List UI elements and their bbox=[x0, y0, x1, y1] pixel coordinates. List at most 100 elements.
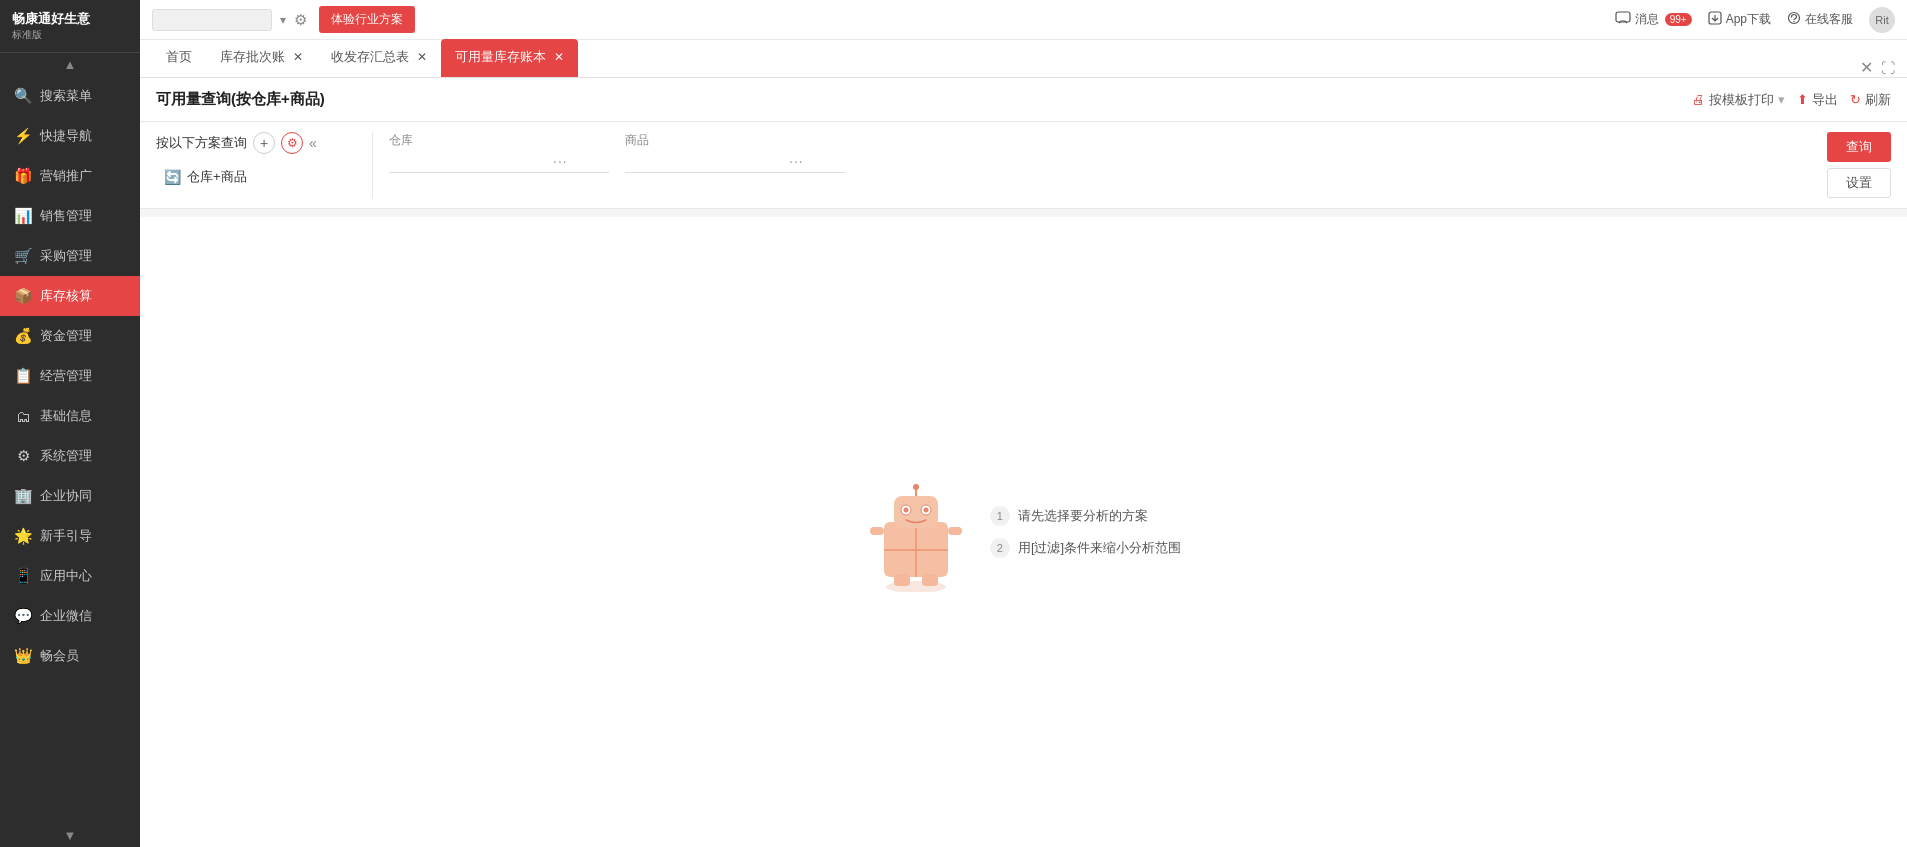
sidebar-item-finance[interactable]: 💰 资金管理 bbox=[0, 316, 140, 356]
tab-collection-summary[interactable]: 收发存汇总表 ✕ bbox=[317, 39, 441, 77]
sidebar-item-purchase[interactable]: 🛒 采购管理 bbox=[0, 236, 140, 276]
filter-collapse-button[interactable]: « bbox=[309, 135, 317, 151]
message-label: 消息 bbox=[1635, 11, 1659, 28]
print-dropdown-icon[interactable]: ▾ bbox=[1778, 92, 1785, 107]
sidebar-nav: 🔍 搜索菜单 ⚡ 快捷导航 🎁 营销推广 📊 销售管理 🛒 采购管理 📦 库存核… bbox=[0, 76, 140, 824]
sidebar-scroll-up[interactable]: ▲ bbox=[0, 53, 140, 76]
empty-text: 1 请先选择要分析的方案 2 用[过滤]条件来缩小分析范围 bbox=[990, 506, 1181, 558]
sidebar-item-label: 销售管理 bbox=[40, 207, 92, 225]
settings-icon[interactable]: ⚙ bbox=[294, 11, 307, 29]
online-service-item[interactable]: 在线客服 bbox=[1787, 11, 1853, 28]
star-icon: 🌟 bbox=[14, 527, 32, 545]
empty-step-2-text: 用[过滤]条件来缩小分析范围 bbox=[1018, 539, 1181, 557]
sidebar-item-operation[interactable]: 📋 经营管理 bbox=[0, 356, 140, 396]
sidebar-item-label: 企业协同 bbox=[40, 487, 92, 505]
sidebar-item-system[interactable]: ⚙ 系统管理 bbox=[0, 436, 140, 476]
sidebar-item-label: 企业微信 bbox=[40, 607, 92, 625]
refresh-label: 刷新 bbox=[1865, 91, 1891, 109]
export-action[interactable]: ⬆ 导出 bbox=[1797, 91, 1838, 109]
sidebar-item-enterprise[interactable]: 🏢 企业协同 bbox=[0, 476, 140, 516]
sidebar-item-label: 资金管理 bbox=[40, 327, 92, 345]
export-label: 导出 bbox=[1812, 91, 1838, 109]
clipboard-icon: 📋 bbox=[14, 367, 32, 385]
gear-icon: ⚙ bbox=[14, 447, 32, 465]
sidebar-item-label: 基础信息 bbox=[40, 407, 92, 425]
filter-add-button[interactable]: + bbox=[253, 132, 275, 154]
empty-step-1: 1 请先选择要分析的方案 bbox=[990, 506, 1181, 526]
tab-collection-summary-label: 收发存汇总表 bbox=[331, 48, 409, 66]
sidebar-item-wechat[interactable]: 💬 企业微信 bbox=[0, 596, 140, 636]
sidebar-item-search[interactable]: 🔍 搜索菜单 bbox=[0, 76, 140, 116]
sidebar-item-label: 应用中心 bbox=[40, 567, 92, 585]
app-download-item[interactable]: App下载 bbox=[1708, 11, 1771, 28]
main-area: ▾ ⚙ 体验行业方案 消息 99+ App下载 在线客服 bbox=[140, 0, 1907, 847]
svg-rect-16 bbox=[948, 527, 962, 535]
filter-warehouse-dots[interactable]: ··· bbox=[553, 153, 568, 169]
tab-home[interactable]: 首页 bbox=[152, 39, 206, 77]
filter-settings-button[interactable]: 设置 bbox=[1827, 168, 1891, 198]
industry-solution-button[interactable]: 体验行业方案 bbox=[319, 6, 415, 33]
top-header: ▾ ⚙ 体验行业方案 消息 99+ App下载 在线客服 bbox=[140, 0, 1907, 40]
search-icon: 🔍 bbox=[14, 87, 32, 105]
filter-scheme-header: 按以下方案查询 + ⚙ « bbox=[156, 132, 356, 154]
folder-icon: 🗂 bbox=[14, 408, 32, 425]
filter-bar: 按以下方案查询 + ⚙ « 🔄 仓库+商品 仓库 ··· bbox=[140, 122, 1907, 209]
filter-gear-button[interactable]: ⚙ bbox=[281, 132, 303, 154]
tab-bar-expand-button[interactable]: ⛶ bbox=[1881, 60, 1895, 76]
chart-icon: 📊 bbox=[14, 207, 32, 225]
tab-available-ledger-close[interactable]: ✕ bbox=[554, 50, 564, 64]
filter-divider bbox=[372, 132, 373, 198]
print-label: 按模板打印 bbox=[1709, 91, 1774, 109]
filter-goods-label: 商品 bbox=[625, 132, 845, 149]
sidebar-item-label: 快捷导航 bbox=[40, 127, 92, 145]
box-icon: 📦 bbox=[14, 287, 32, 305]
svg-rect-17 bbox=[894, 574, 910, 586]
building-icon: 🏢 bbox=[14, 487, 32, 505]
sidebar-item-label: 采购管理 bbox=[40, 247, 92, 265]
print-action[interactable]: 🖨 按模板打印 ▾ bbox=[1692, 91, 1785, 109]
filter-goods-dots[interactable]: ··· bbox=[789, 153, 804, 169]
sidebar-scroll-down[interactable]: ▼ bbox=[0, 824, 140, 847]
dropdown-arrow-icon[interactable]: ▾ bbox=[280, 13, 286, 27]
sidebar-item-basic[interactable]: 🗂 基础信息 bbox=[0, 396, 140, 436]
page-content: 可用量查询(按仓库+商品) 🖨 按模板打印 ▾ ⬆ 导出 ↻ 刷新 bbox=[140, 78, 1907, 847]
sidebar-item-marketing[interactable]: 🎁 营销推广 bbox=[0, 156, 140, 196]
app-download-label: App下载 bbox=[1726, 11, 1771, 28]
empty-state: 1 请先选择要分析的方案 2 用[过滤]条件来缩小分析范围 bbox=[140, 217, 1907, 847]
empty-step-2: 2 用[过滤]条件来缩小分析范围 bbox=[990, 538, 1181, 558]
sidebar-item-vip[interactable]: 👑 畅会员 bbox=[0, 636, 140, 676]
tab-batch-account-label: 库存批次账 bbox=[220, 48, 285, 66]
tab-bar-close-button[interactable]: ✕ bbox=[1860, 58, 1873, 77]
svg-point-3 bbox=[1793, 21, 1794, 22]
filter-goods-input-wrap: ··· bbox=[625, 153, 845, 173]
scheme-item-label: 仓库+商品 bbox=[187, 168, 247, 186]
sidebar-item-newbie[interactable]: 🌟 新手引导 bbox=[0, 516, 140, 556]
avatar: Rit bbox=[1869, 7, 1895, 33]
tab-available-ledger[interactable]: 可用量库存账本 ✕ bbox=[441, 39, 578, 77]
scheme-item-warehouse-goods[interactable]: 🔄 仓库+商品 bbox=[156, 162, 356, 192]
breadcrumb-input[interactable] bbox=[152, 9, 272, 31]
gift-icon: 🎁 bbox=[14, 167, 32, 185]
sidebar-item-sales[interactable]: 📊 销售管理 bbox=[0, 196, 140, 236]
filter-actions: 查询 设置 bbox=[1827, 132, 1891, 198]
crown-icon: 👑 bbox=[14, 647, 32, 665]
sidebar-logo: 畅康通好生意 标准版 bbox=[0, 0, 140, 53]
sidebar-item-label: 搜索菜单 bbox=[40, 87, 92, 105]
message-item[interactable]: 消息 99+ bbox=[1615, 10, 1692, 29]
tab-collection-summary-close[interactable]: ✕ bbox=[417, 50, 427, 64]
tab-bar-actions: ✕ ⛶ bbox=[1860, 58, 1895, 77]
user-avatar[interactable]: Rit bbox=[1869, 7, 1895, 33]
tab-home-label: 首页 bbox=[166, 48, 192, 66]
filter-warehouse-input-wrap: ··· bbox=[389, 153, 609, 173]
filter-field-warehouse: 仓库 ··· bbox=[389, 132, 609, 173]
query-button[interactable]: 查询 bbox=[1827, 132, 1891, 162]
filter-goods-input[interactable] bbox=[625, 154, 785, 169]
tab-batch-account[interactable]: 库存批次账 ✕ bbox=[206, 39, 317, 77]
tab-batch-account-close[interactable]: ✕ bbox=[293, 50, 303, 64]
filter-warehouse-input[interactable] bbox=[389, 154, 549, 169]
sidebar-item-app-center[interactable]: 📱 应用中心 bbox=[0, 556, 140, 596]
online-service-label: 在线客服 bbox=[1805, 11, 1853, 28]
refresh-action[interactable]: ↻ 刷新 bbox=[1850, 91, 1891, 109]
sidebar-item-quick-nav[interactable]: ⚡ 快捷导航 bbox=[0, 116, 140, 156]
sidebar-item-inventory[interactable]: 📦 库存核算 bbox=[0, 276, 140, 316]
